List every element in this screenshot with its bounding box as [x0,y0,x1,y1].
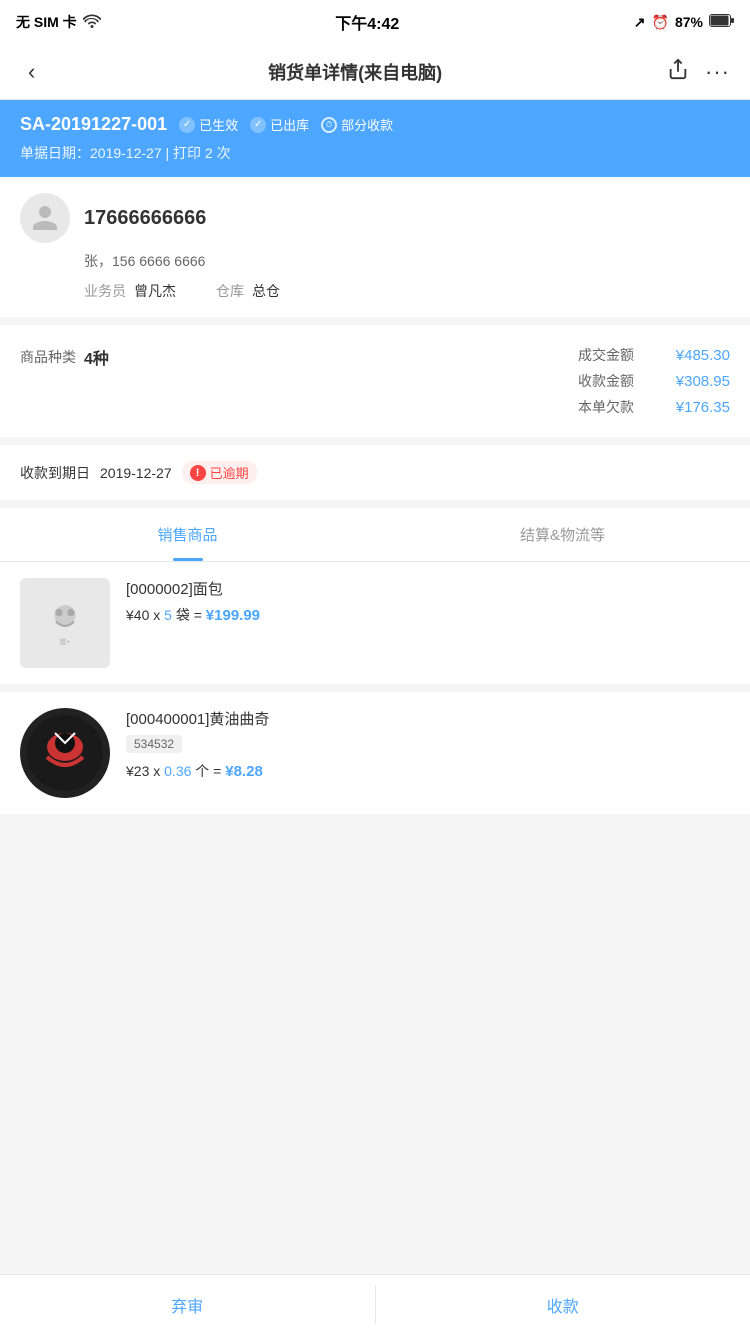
status-right: ↗ ⏰ 87% [634,14,734,31]
product-price-2: ¥23 x 0.36 个 = ¥8.28 [126,761,730,781]
due-date: 2019-12-27 [100,465,172,481]
location-icon: ↗ [634,14,646,31]
product-thumbnail-1: 兽+ [20,578,110,668]
product-price-1: ¥40 x 5 袋 = ¥199.99 [126,605,730,625]
product-qty-1: 5 [164,607,172,623]
more-icon[interactable]: ··· [705,59,730,85]
product-name-1: [0000002]面包 [126,578,730,599]
status-partial: ⏱ 部分收款 [321,115,393,134]
salesperson-value: 曾凡杰 [134,281,176,301]
overdue-icon: ! [190,465,206,481]
cancel-button[interactable]: 弃审 [0,1275,375,1334]
status-active: ✓ 已生效 [179,115,238,134]
product-thumbnail-2 [20,708,110,798]
tab-settlement[interactable]: 结算&物流等 [375,508,750,561]
received-amount-label: 收款金额 [578,371,634,391]
bottom-bar: 弃审 收款 [0,1274,750,1334]
list-item: [000400001]黄油曲奇 534532 ¥23 x 0.36 个 = ¥8… [0,692,750,814]
product-info-1: [0000002]面包 ¥40 x 5 袋 = ¥199.99 [126,578,730,625]
product-list: 兽+ [0000002]面包 ¥40 x 5 袋 = ¥199.99 [0,562,750,814]
overdue-badge: ! 已逾期 [182,461,257,484]
header-banner: SA-20191227-001 ✓ 已生效 ✓ 已出库 ⏱ 部分收款 单据日期：… [0,100,750,177]
order-number: SA-20191227-001 [20,114,167,135]
deal-amount-label: 成交金额 [578,345,634,365]
product-tag-2: 534532 [126,735,182,753]
svg-text:兽+: 兽+ [60,637,71,646]
confirm-button[interactable]: 收款 [376,1275,750,1334]
status-shipped: ✓ 已出库 [250,115,309,134]
customer-section: 17666666666 张，156 6666 6666 业务员 曾凡杰 仓库 总… [0,177,750,325]
carrier-text: 无 SIM 卡 [16,12,77,32]
nav-actions: ··· [667,58,730,85]
product-total-2: ¥8.28 [225,763,263,780]
status-time: 下午4:42 [335,10,399,34]
due-label: 收款到期日 [20,463,90,483]
product-total-1: ¥199.99 [206,607,260,624]
customer-avatar [20,193,70,243]
owed-amount-label: 本单欠款 [578,397,634,417]
owed-amount: ¥176.35 [650,399,730,416]
product-info-2: [000400001]黄油曲奇 534532 ¥23 x 0.36 个 = ¥8… [126,708,730,781]
battery-icon [709,14,734,30]
customer-id: 17666666666 [84,207,206,230]
header-date-row: 单据日期：2019-12-27 | 打印 2 次 [20,143,730,163]
warehouse-value: 总仓 [252,281,280,301]
overdue-text: 已逾期 [210,463,249,482]
alarm-icon: ⏰ [652,14,669,31]
product-count-label: 商品种类 [20,347,76,367]
due-section: 收款到期日 2019-12-27 ! 已逾期 [0,445,750,508]
summary-section: 商品种类 4种 成交金额 ¥485.30 收款金额 ¥308.95 本单欠款 ¥… [0,325,750,445]
customer-meta: 业务员 曾凡杰 仓库 总仓 [20,281,730,301]
customer-contact: 张，156 6666 6666 [20,251,730,271]
back-button[interactable]: ‹ [20,51,43,93]
status-left: 无 SIM 卡 [16,12,101,32]
page-title: 销货单详情(来自电脑) [268,59,442,85]
product-name-2: [000400001]黄油曲奇 [126,708,730,729]
product-count: 4种 [84,345,109,369]
status-bar: 无 SIM 卡 下午4:42 ↗ ⏰ 87% [0,0,750,44]
received-amount: ¥308.95 [650,373,730,390]
list-item: 兽+ [0000002]面包 ¥40 x 5 袋 = ¥199.99 [0,562,750,684]
tabs-section: 销售商品 结算&物流等 [0,508,750,562]
share-icon[interactable] [667,58,689,85]
wifi-icon [83,14,101,31]
salesperson-label: 业务员 [84,281,126,301]
tab-sales-products[interactable]: 销售商品 [0,508,375,561]
nav-bar: ‹ 销货单详情(来自电脑) ··· [0,44,750,100]
warehouse-label: 仓库 [216,281,244,301]
deal-amount: ¥485.30 [650,347,730,364]
product-qty-2: 0.36 [164,763,191,779]
battery-text: 87% [675,14,703,30]
